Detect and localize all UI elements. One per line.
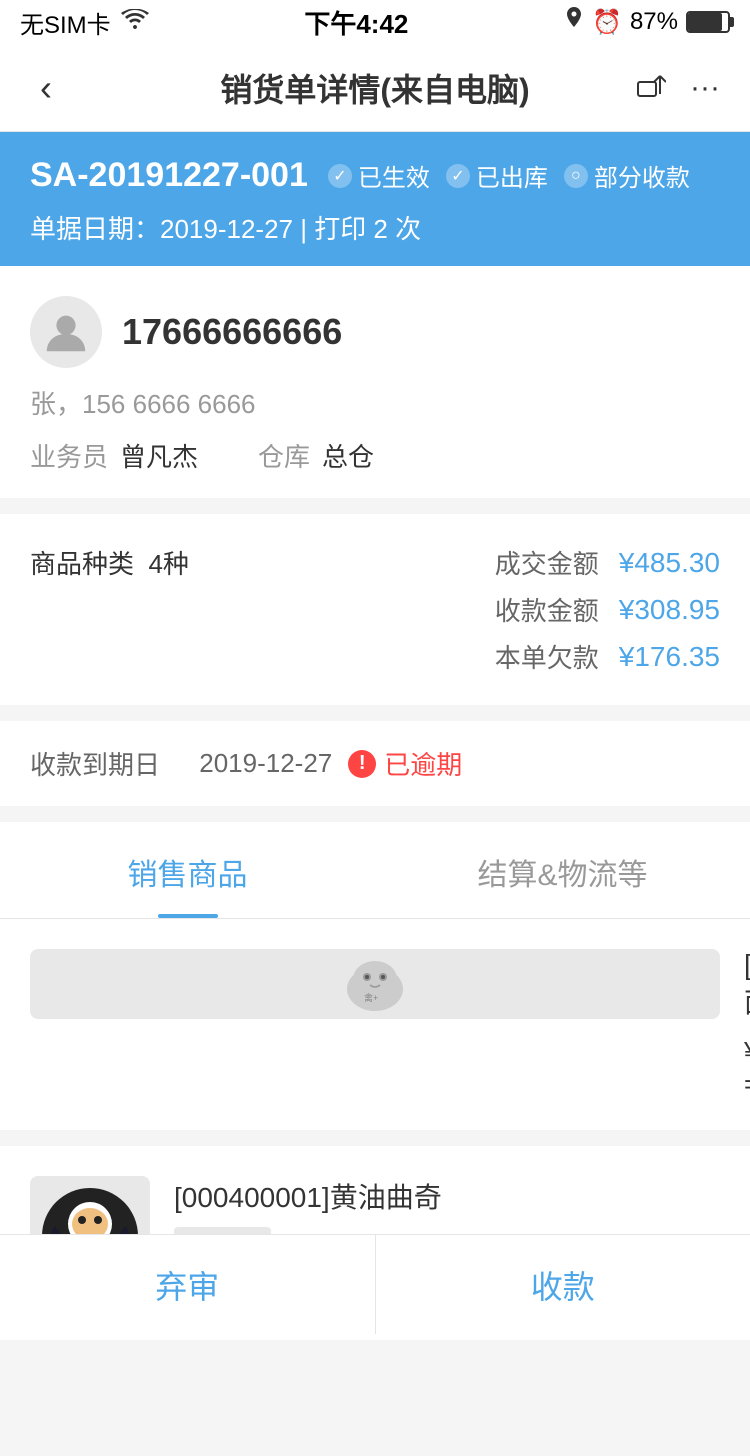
due-date-label: 收款到期日: [30, 745, 160, 782]
table-row: 禽+ [0000002]面包 ¥40 x 5 袋 = ¥199.99: [0, 919, 750, 1130]
status-shipped: ✓ 已出库: [446, 158, 548, 193]
tab2-label: 结算&物流等: [477, 859, 647, 892]
back-button[interactable]: ‹: [30, 57, 62, 119]
payment-amount-row: 收款金额 ¥308.95: [495, 591, 720, 628]
more-button[interactable]: ···: [690, 71, 720, 105]
stats-right: 成交金额 ¥485.30 收款金额 ¥308.95 本单欠款 ¥176.35: [375, 544, 720, 675]
share-button[interactable]: [634, 68, 666, 108]
order-banner: SA-20191227-001 ✓ 已生效 ✓ 已出库 ○ 部分收款 单据日期：…: [0, 132, 750, 266]
wifi-icon: [121, 8, 149, 36]
payment-label: 收款金额: [495, 591, 599, 628]
debt-value: ¥176.35: [619, 641, 720, 673]
status-partial: ○ 部分收款: [564, 158, 690, 193]
confirm-button[interactable]: 收款: [376, 1235, 750, 1334]
product-info-1: [0000002]面包 ¥40 x 5 袋 = ¥199.99: [744, 949, 750, 1100]
due-section: 收款到期日 2019-12-27 ! 已逾期: [0, 721, 750, 806]
customer-phone: 17666666666: [122, 311, 342, 353]
overdue-icon: !: [348, 750, 376, 778]
battery-label: 87%: [630, 8, 678, 36]
deal-value: ¥485.30: [619, 547, 720, 579]
status-active: ✓ 已生效: [328, 158, 430, 193]
sales-person-value: 曾凡杰: [120, 437, 198, 474]
eq-1: =: [744, 1069, 750, 1099]
carrier-label: 无SIM卡: [20, 5, 111, 40]
warehouse-item: 仓库 总仓: [258, 437, 374, 474]
cancel-label: 弃审: [155, 1262, 219, 1308]
tab-sales-products[interactable]: 销售商品: [0, 822, 375, 918]
warehouse-value: 总仓: [322, 437, 374, 474]
confirm-label: 收款: [531, 1262, 595, 1308]
status-partial-label: 部分收款: [594, 158, 690, 193]
order-id: SA-20191227-001: [30, 156, 308, 195]
nav-bar: ‹ 销货单详情(来自电脑) ···: [0, 44, 750, 132]
status-bar: 无SIM卡 下午4:42 ⏰ 87%: [0, 0, 750, 44]
stats-left: 商品种类 4种: [30, 544, 375, 587]
order-id-row: SA-20191227-001 ✓ 已生效 ✓ 已出库 ○ 部分收款: [30, 156, 720, 195]
product-price-1: ¥40 x 5 袋 = ¥199.99: [744, 1031, 750, 1100]
customer-name-detail: 张，156 6666 6666: [30, 384, 720, 421]
status-active-label: 已生效: [358, 158, 430, 193]
page-title: 销货单详情(来自电脑): [220, 65, 529, 111]
overdue-badge: ! 已逾期: [348, 745, 462, 782]
bottom-bar: 弃审 收款: [0, 1234, 750, 1334]
nav-actions: ···: [634, 68, 720, 108]
status-right: ⏰ 87%: [564, 7, 730, 38]
tabs-section: 销售商品 结算&物流等: [0, 822, 750, 919]
tab-settlement[interactable]: 结算&物流等: [375, 822, 750, 918]
location-icon: [564, 7, 584, 38]
status-left: 无SIM卡: [20, 5, 149, 40]
category-value: 4种: [148, 549, 188, 579]
check-icon-2: ✓: [446, 164, 470, 188]
debt-label: 本单欠款: [495, 638, 599, 675]
category-label: 商品种类: [30, 549, 134, 579]
debt-amount-row: 本单欠款 ¥176.35: [495, 638, 720, 675]
deal-amount-row: 成交金额 ¥485.30: [495, 544, 720, 581]
deal-label: 成交金额: [495, 544, 599, 581]
payment-value: ¥308.95: [619, 594, 720, 626]
tab-underline: [158, 914, 218, 918]
category-item: 商品种类 4种: [30, 544, 375, 581]
sales-person-item: 业务员 曾凡杰: [30, 437, 198, 474]
product-image-1: 禽+: [30, 949, 720, 1019]
avatar: [30, 296, 102, 368]
customer-section: 17666666666 张，156 6666 6666 业务员 曾凡杰 仓库 总…: [0, 266, 750, 498]
due-date-value: 2019-12-27: [199, 748, 332, 779]
customer-row: 17666666666: [30, 296, 720, 368]
cancel-button[interactable]: 弃审: [0, 1235, 376, 1334]
alarm-icon: ⏰: [592, 8, 622, 37]
overdue-text: 已逾期: [384, 745, 462, 782]
check-icon-1: ✓: [328, 164, 352, 188]
status-time: 下午4:42: [304, 4, 408, 41]
price-base-1: ¥40: [744, 1036, 750, 1066]
tab1-label: 销售商品: [128, 859, 248, 892]
product-name-1: [0000002]面包: [744, 949, 750, 1021]
clock-icon: ○: [564, 164, 588, 188]
sales-person-label: 业务员: [30, 437, 108, 474]
stats-section: 商品种类 4种 成交金额 ¥485.30 收款金额 ¥308.95 本单欠款 ¥…: [0, 514, 750, 705]
product-name-2: [000400001]黄油曲奇: [174, 1176, 720, 1216]
status-badges: ✓ 已生效 ✓ 已出库 ○ 部分收款: [328, 158, 690, 193]
warehouse-label: 仓库: [258, 437, 310, 474]
svg-text:禽+: 禽+: [364, 992, 378, 1003]
customer-meta: 业务员 曾凡杰 仓库 总仓: [30, 437, 720, 474]
order-date: 单据日期：2019-12-27 | 打印 2 次: [30, 209, 720, 246]
tabs-row: 销售商品 结算&物流等: [0, 822, 750, 919]
battery-icon: [686, 11, 730, 33]
status-shipped-label: 已出库: [476, 158, 548, 193]
